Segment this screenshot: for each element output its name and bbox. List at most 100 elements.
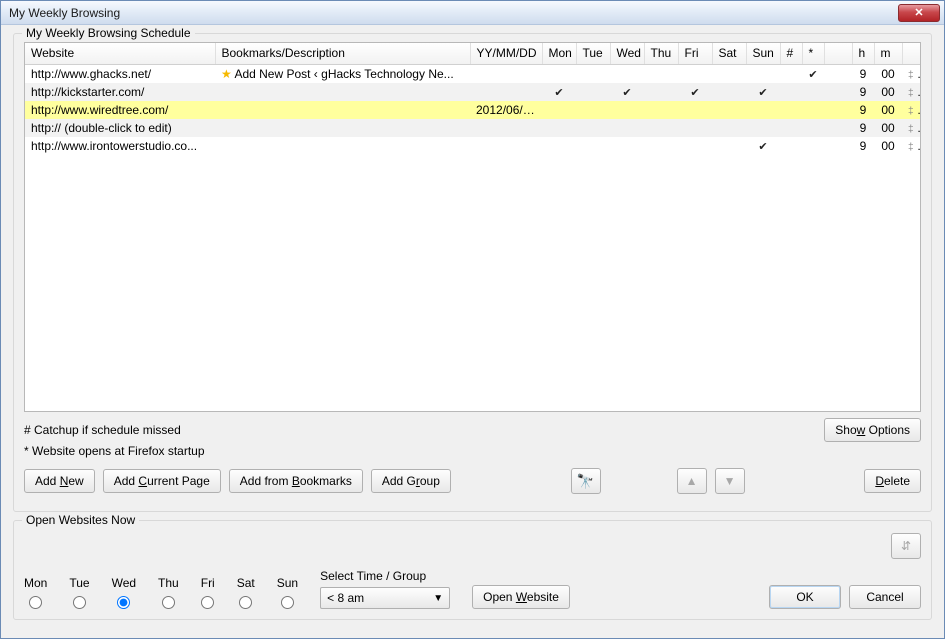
cell-sat[interactable] [712,119,746,137]
day-radio-input[interactable] [29,596,42,609]
day-radio-sat[interactable]: Sat [237,576,255,609]
day-radio-sun[interactable]: Sun [277,576,298,609]
day-radio-wed[interactable]: Wed [112,576,136,609]
cell-sun[interactable] [746,101,780,119]
schedule-grid[interactable]: Website Bookmarks/Description YY/MM/DD M… [24,42,921,412]
add-from-bookmarks-button[interactable]: Add from Bookmarks [229,469,363,493]
col-fri[interactable]: Fri [678,43,712,64]
cell-tue[interactable] [576,137,610,155]
cell-thu[interactable] [644,137,678,155]
cell-fri[interactable] [678,83,712,101]
cell-h[interactable]: 9 [852,101,874,119]
cell-sun[interactable] [746,119,780,137]
day-radio-thu[interactable]: Thu [158,576,179,609]
cell-h[interactable]: 9 [852,64,874,83]
col-mon[interactable]: Mon [542,43,576,64]
col-bookmark[interactable]: Bookmarks/Description [215,43,470,64]
sort-button[interactable]: ⇵ [891,533,921,559]
cell-mon[interactable] [542,83,576,101]
cell-m[interactable]: 00 [874,83,902,101]
cell-m[interactable]: 00 [874,64,902,83]
cell-date[interactable]: 2012/06/13 [470,101,542,119]
col-wed[interactable]: Wed [610,43,644,64]
ok-button[interactable]: OK [769,585,841,609]
cell-ampm[interactable]: am [902,101,921,119]
cell-m[interactable]: 00 [874,137,902,155]
day-radio-mon[interactable]: Mon [24,576,47,609]
col-website[interactable]: Website [25,43,215,64]
show-options-button[interactable]: Show Options [824,418,921,442]
day-radio-input[interactable] [201,596,214,609]
cell-m[interactable]: 00 [874,119,902,137]
cell-tue[interactable] [576,119,610,137]
cell-sun[interactable] [746,83,780,101]
cell-tue[interactable] [576,83,610,101]
cell-bookmark[interactable] [215,101,470,119]
cell-thu[interactable] [644,119,678,137]
cell-bookmark[interactable] [215,83,470,101]
col-thu[interactable]: Thu [644,43,678,64]
cell-sat[interactable] [712,64,746,83]
cell-star[interactable] [802,119,824,137]
delete-button[interactable]: Delete [864,469,921,493]
col-m[interactable]: m [874,43,902,64]
cell-fri[interactable] [678,101,712,119]
cell-ampm[interactable]: am [902,119,921,137]
cell-website[interactable]: http://www.ghacks.net/ [25,64,215,83]
cell-mon[interactable] [542,64,576,83]
col-star[interactable]: * [802,43,824,64]
cell-ampm[interactable]: am [902,83,921,101]
cell-m[interactable]: 00 [874,101,902,119]
cell-hash[interactable] [780,83,802,101]
cell-tue[interactable] [576,64,610,83]
add-new-button[interactable]: Add New [24,469,95,493]
cell-h[interactable]: 9 [852,137,874,155]
cell-date[interactable] [470,119,542,137]
cell-thu[interactable] [644,83,678,101]
cell-mon[interactable] [542,101,576,119]
cell-hash[interactable] [780,119,802,137]
cell-h[interactable]: 9 [852,83,874,101]
cell-hash[interactable] [780,137,802,155]
cell-bookmark[interactable] [215,119,470,137]
cell-fri[interactable] [678,119,712,137]
cell-ampm[interactable]: am [902,137,921,155]
cell-date[interactable] [470,137,542,155]
table-row[interactable]: http://www.ghacks.net/★ Add New Post ‹ g… [25,64,921,83]
cancel-button[interactable]: Cancel [849,585,921,609]
add-group-button[interactable]: Add Group [371,469,451,493]
find-button[interactable]: 🔭 [571,468,601,494]
cell-date[interactable] [470,64,542,83]
table-row[interactable]: http:// (double-click to edit) 900 am [25,119,921,137]
day-radio-fri[interactable]: Fri [201,576,215,609]
open-website-button[interactable]: Open Website [472,585,570,609]
cell-star[interactable] [802,101,824,119]
cell-h[interactable]: 9 [852,119,874,137]
col-sat[interactable]: Sat [712,43,746,64]
cell-ampm[interactable]: am [902,64,921,83]
cell-mon[interactable] [542,137,576,155]
cell-wed[interactable] [610,119,644,137]
cell-hash[interactable] [780,101,802,119]
move-up-button[interactable]: ▲ [677,468,707,494]
cell-sun[interactable] [746,137,780,155]
add-current-page-button[interactable]: Add Current Page [103,469,221,493]
cell-hash[interactable] [780,64,802,83]
cell-sat[interactable] [712,83,746,101]
day-radio-input[interactable] [239,596,252,609]
table-row[interactable]: http://kickstarter.com/900 am [25,83,921,101]
col-h[interactable]: h [852,43,874,64]
table-row[interactable]: http://www.irontowerstudio.co... 900 am [25,137,921,155]
col-tue[interactable]: Tue [576,43,610,64]
cell-fri[interactable] [678,64,712,83]
cell-website[interactable]: http://www.irontowerstudio.co... [25,137,215,155]
cell-tue[interactable] [576,101,610,119]
col-hash[interactable]: # [780,43,802,64]
cell-website[interactable]: http:// (double-click to edit) [25,119,215,137]
day-radio-tue[interactable]: Tue [69,576,89,609]
cell-wed[interactable] [610,137,644,155]
cell-website[interactable]: http://www.wiredtree.com/ [25,101,215,119]
cell-sun[interactable] [746,64,780,83]
cell-sat[interactable] [712,101,746,119]
cell-wed[interactable] [610,83,644,101]
